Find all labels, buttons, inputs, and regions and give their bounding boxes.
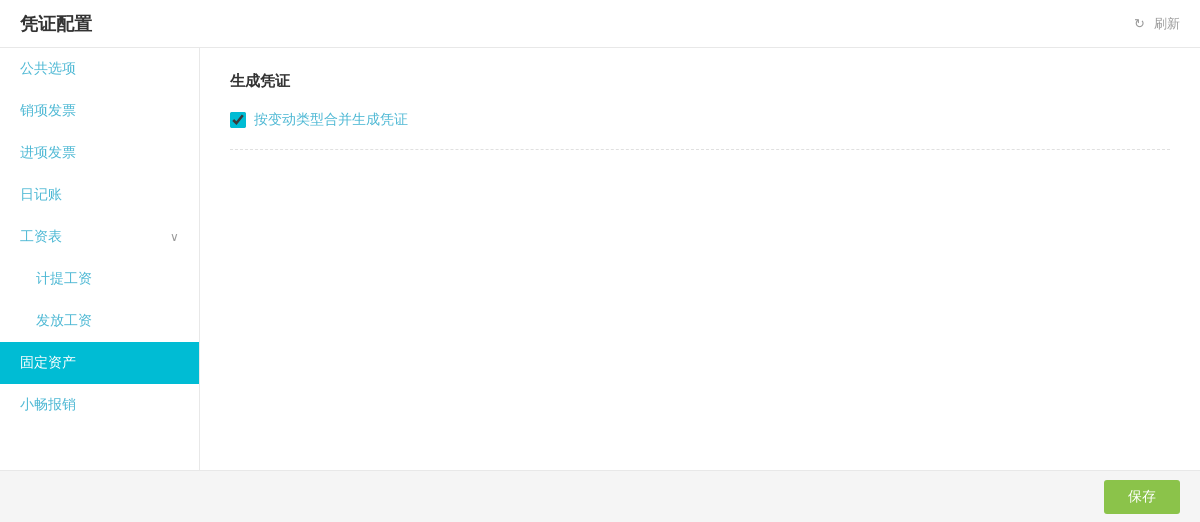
- sidebar-item-journal[interactable]: 日记账: [0, 174, 199, 216]
- chevron-down-icon: ∨: [170, 230, 179, 244]
- sidebar-item-label: 进项发票: [20, 144, 76, 162]
- sidebar-item-payroll[interactable]: 工资表 ∨: [0, 216, 199, 258]
- merge-by-type-checkbox[interactable]: [230, 112, 246, 128]
- refresh-button[interactable]: ↻ 刷新: [1134, 15, 1180, 33]
- sidebar-item-label: 小畅报销: [20, 396, 76, 414]
- main-content: 公共选项 销项发票 进项发票 日记账 工资表 ∨ 计提工资 发放工资: [0, 48, 1200, 470]
- sidebar-item-expense-report[interactable]: 小畅报销: [0, 384, 199, 426]
- sidebar-item-label: 销项发票: [20, 102, 76, 120]
- sidebar-item-pay-payroll[interactable]: 发放工资: [0, 300, 199, 342]
- header: 凭证配置 ↻ 刷新: [0, 0, 1200, 48]
- sidebar-item-label: 发放工资: [36, 312, 92, 330]
- footer: 保存: [0, 470, 1200, 522]
- sidebar-item-calc-payroll[interactable]: 计提工资: [0, 258, 199, 300]
- sidebar-item-label: 工资表: [20, 228, 62, 246]
- refresh-icon: ↻: [1134, 16, 1150, 32]
- refresh-label: 刷新: [1154, 15, 1180, 33]
- sidebar-item-fixed-assets[interactable]: 固定资产: [0, 342, 199, 384]
- sidebar: 公共选项 销项发票 进项发票 日记账 工资表 ∨ 计提工资 发放工资: [0, 48, 200, 470]
- content-area: 生成凭证 按变动类型合并生成凭证: [200, 48, 1200, 470]
- sidebar-item-label: 公共选项: [20, 60, 76, 78]
- checkbox-row: 按变动类型合并生成凭证: [230, 111, 1170, 129]
- sidebar-item-sales-invoice[interactable]: 销项发票: [0, 90, 199, 132]
- section-divider: [230, 149, 1170, 150]
- page-title: 凭证配置: [20, 12, 92, 36]
- sidebar-item-label: 计提工资: [36, 270, 92, 288]
- sidebar-item-public-options[interactable]: 公共选项: [0, 48, 199, 90]
- section-title: 生成凭证: [230, 72, 1170, 91]
- sidebar-item-label: 日记账: [20, 186, 62, 204]
- checkbox-label[interactable]: 按变动类型合并生成凭证: [254, 111, 408, 129]
- sidebar-item-purchase-invoice[interactable]: 进项发票: [0, 132, 199, 174]
- save-button[interactable]: 保存: [1104, 480, 1180, 514]
- sidebar-item-label: 固定资产: [20, 354, 76, 372]
